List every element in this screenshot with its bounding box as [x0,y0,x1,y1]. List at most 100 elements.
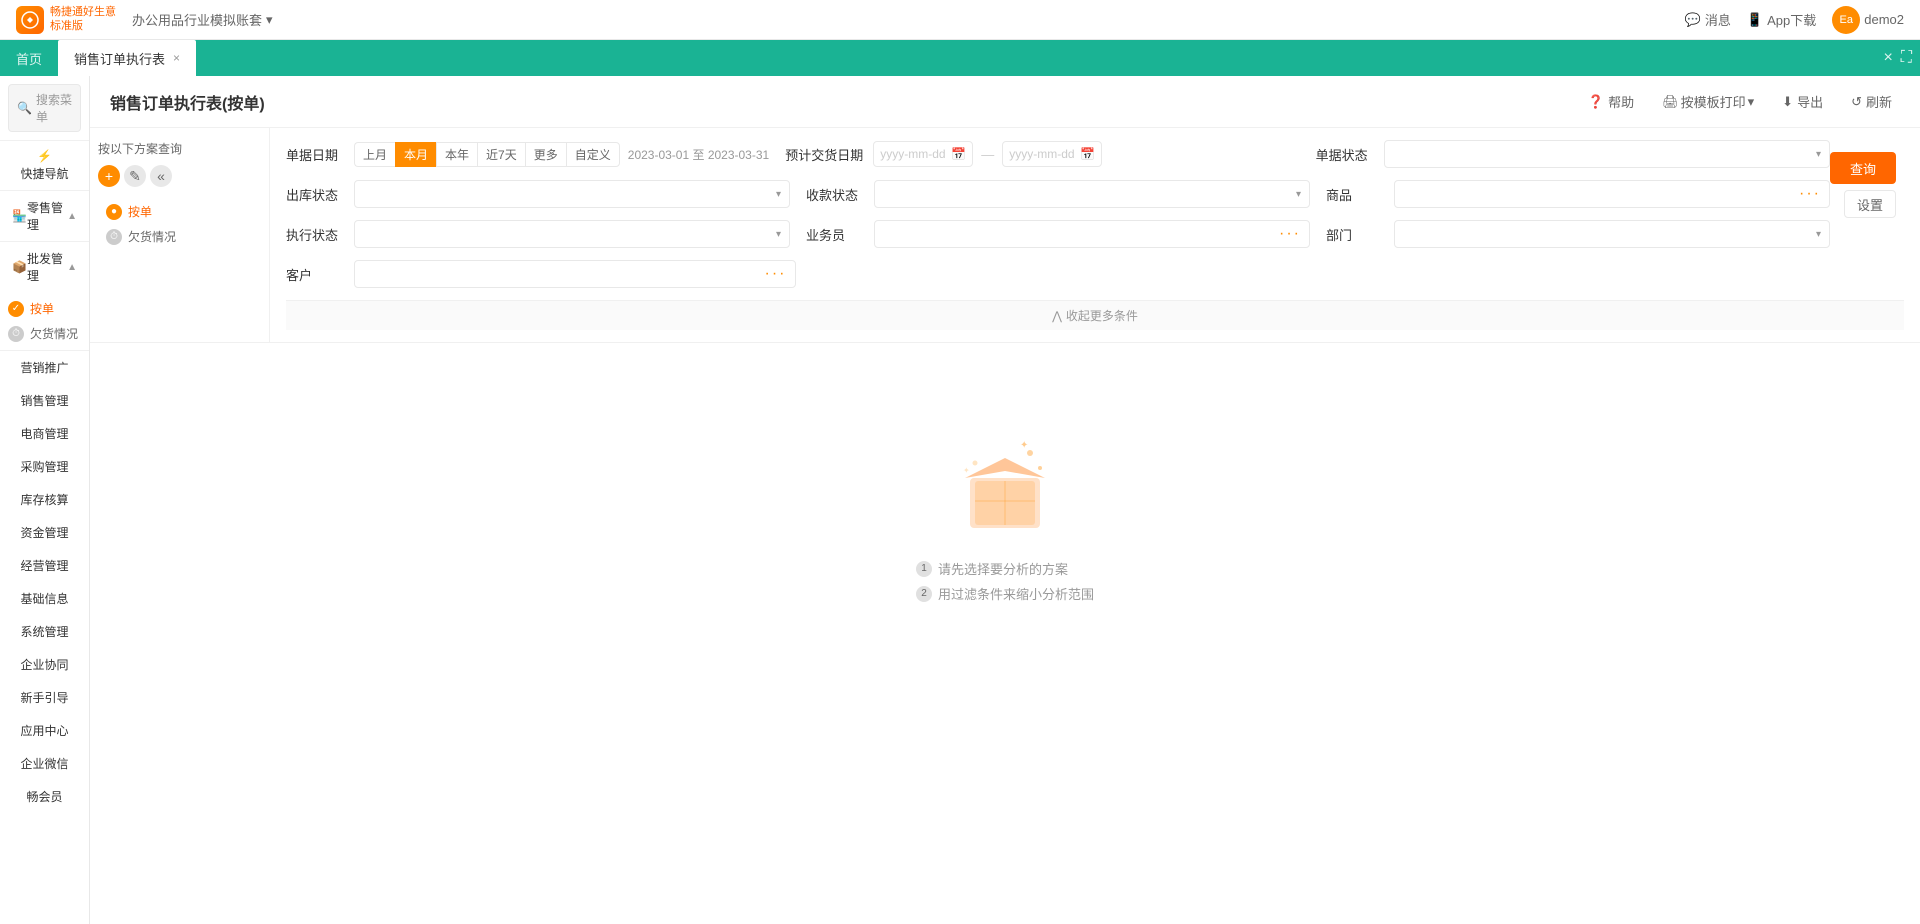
sidebar-item-purchase[interactable]: 采购管理 [0,450,89,483]
empty-tip-1: 1 请先选择要分析的方案 [916,559,1094,578]
payment-status-select[interactable]: ▾ [874,180,1310,208]
empty-state: ✦ ✦ 1 请先选择要分析的方案 2 用过滤条件来缩小分析范围 [90,343,1920,689]
tab-active[interactable]: 销售订单执行表 × [58,40,196,76]
sidebar-item-finance[interactable]: 资金管理 [0,516,89,549]
sidebar-item-vip[interactable]: 畅会员 [0,780,89,813]
salesperson-select[interactable]: ··· [874,220,1310,248]
goods-more-icon[interactable]: ··· [1799,185,1821,203]
sidebar-item-system[interactable]: 系统管理 [0,615,89,648]
date-tab-more[interactable]: 更多 [525,142,566,167]
edit-scheme-btn[interactable]: ✎ [124,165,146,187]
filter-panel-actions: + ✎ « [98,165,261,187]
wholesale-sub-panel: ✓ 按单 ⏱ 欠货情况 [0,292,89,350]
filter-panel-header: 按以下方案查询 [98,140,261,157]
retail-expand-icon: ▲ [67,211,77,222]
expected-start-input[interactable]: yyyy-mm-dd 📅 [873,141,973,167]
sidebar-item-marketing[interactable]: 营销推广 [0,351,89,384]
collapse-bar[interactable]: ⋀ 收起更多条件 [286,300,1904,330]
setting-btn[interactable]: 设置 [1844,190,1896,218]
sidebar-item-ecom[interactable]: 电商管理 [0,417,89,450]
tab-close-icon[interactable]: × [173,51,180,65]
date-tab-last-month[interactable]: 上月 [354,142,395,167]
collapse-left-btn[interactable]: « [150,165,172,187]
customer-select[interactable]: ··· [354,260,796,288]
doc-date-label: 单据日期 [286,145,346,164]
exec-status-select[interactable]: ▾ [354,220,790,248]
dept-select[interactable]: ▾ [1394,220,1830,248]
tab-bar: 首页 销售订单执行表 × × ⛶ [0,40,1920,76]
customer-field: 客户 ··· [286,260,796,288]
scheme-press-order[interactable]: ● 按单 [98,199,261,224]
sidebar-group-header-wholesale[interactable]: 📦 批发管理 ▲ [0,242,89,292]
sidebar-item-basic[interactable]: 基础信息 [0,582,89,615]
goods-label: 商品 [1326,185,1386,204]
sidebar-item-inventory[interactable]: 库存核算 [0,483,89,516]
expected-delivery-field: 预计交货日期 yyyy-mm-dd 📅 — yyyy-mm-dd 📅 [785,141,1299,167]
sidebar-sub-arrears[interactable]: ⏱ 欠货情况 [0,321,89,346]
sidebar-search-area: 🔍 按以下方案查询 搜索菜单 [0,76,89,141]
window-close-icon[interactable]: × [1883,49,1892,67]
doc-status-arrow-icon: ▾ [1816,149,1821,160]
doc-status-select[interactable]: ▾ [1384,140,1830,168]
filter-row-3: 执行状态 ▾ 业务员 [286,220,1830,248]
empty-text-list: 1 请先选择要分析的方案 2 用过滤条件来缩小分析范围 [916,559,1094,609]
retail-icon: 🏪 [12,209,27,223]
sidebar-item-newbie[interactable]: 新手引导 [0,681,89,714]
add-scheme-btn[interactable]: + [98,165,120,187]
exec-status-label: 执行状态 [286,225,346,244]
user-area[interactable]: Ea demo2 [1832,6,1904,34]
date-tabs: 上月 本月 本年 近7天 更多 自定义 [354,142,620,167]
logo-icon [16,6,44,34]
sidebar-group-retail: 🏪 零售管理 ▲ [0,191,89,242]
sidebar-item-corp[interactable]: 企业协同 [0,648,89,681]
filter-row-1: 单据日期 上月 本月 本年 近7天 更多 自定义 [286,140,1830,168]
ship-status-arrow-icon: ▾ [776,189,781,200]
scheme-arrears[interactable]: ⏱ 欠货情况 [98,224,261,249]
exec-status-arrow-icon: ▾ [776,229,781,240]
export-icon: ⬇ [1782,94,1793,110]
salesperson-field: 业务员 ··· [806,220,1310,248]
date-tab-this-month[interactable]: 本月 [395,142,436,167]
customer-label: 客户 [286,265,346,284]
expected-end-input[interactable]: yyyy-mm-dd 📅 [1002,141,1102,167]
sidebar-sub-press-order[interactable]: ✓ 按单 [0,296,89,321]
date-tab-this-year[interactable]: 本年 [436,142,477,167]
sidebar-item-sales[interactable]: 销售管理 [0,384,89,417]
sidebar-item-ops[interactable]: 经营管理 [0,549,89,582]
filter-row-4: 客户 ··· [286,260,1830,288]
sidebar: 🔍 按以下方案查询 搜索菜单 ⚡ 快捷导航 🏪 零售管理 ▲ 📦 批发 [0,76,90,924]
sidebar-search-btn[interactable]: 🔍 按以下方案查询 搜索菜单 [8,84,81,132]
template-print-btn[interactable]: 🖨 按模板打印 ▾ [1654,88,1762,115]
salesperson-more-icon[interactable]: ··· [1279,225,1301,243]
goods-select[interactable]: ··· [1394,180,1830,208]
tab-home[interactable]: 首页 [0,40,58,76]
help-icon: ❓ [1588,94,1604,110]
date-tab-custom[interactable]: 自定义 [566,142,620,167]
export-btn[interactable]: ⬇ 导出 [1774,88,1831,115]
top-header: 畅捷通好生意 标准版 办公用品行业模拟账套 ▾ 💬 消息 📱 App下载 Ea … [0,0,1920,40]
sidebar-item-weixin[interactable]: 企业微信 [0,747,89,780]
date-tab-7days[interactable]: 近7天 [477,142,525,167]
window-maximize-icon[interactable]: ⛶ [1901,49,1912,67]
ship-status-label: 出库状态 [286,185,346,204]
empty-tip-2: 2 用过滤条件来缩小分析范围 [916,584,1094,603]
sidebar-item-quick-nav[interactable]: ⚡ 快捷导航 [0,141,89,191]
date-range-display: 2023-03-01 至 2023-03-31 [628,146,769,163]
sidebar-group-header-retail[interactable]: 🏪 零售管理 ▲ [0,191,89,241]
query-btn[interactable]: 查询 [1830,152,1896,184]
ship-status-select[interactable]: ▾ [354,180,790,208]
customer-more-icon[interactable]: ··· [765,265,787,283]
sidebar-item-appstore[interactable]: 应用中心 [0,714,89,747]
filter-area: 按以下方案查询 + ✎ « [90,128,1920,343]
message-action[interactable]: 💬 消息 [1685,10,1731,29]
salesperson-label: 业务员 [806,225,866,244]
app-download-action[interactable]: 📱 App下载 [1747,10,1816,29]
help-btn[interactable]: ❓ 帮助 [1580,88,1642,115]
exec-status-field: 执行状态 ▾ [286,220,790,248]
page-title: 销售订单执行表(按单) [110,90,265,114]
sidebar-group-wholesale: 📦 批发管理 ▲ ✓ 按单 ⏱ 欠货情况 [0,242,89,351]
payment-status-label: 收款状态 [806,185,866,204]
account-dropdown[interactable]: 办公用品行业模拟账套 ▾ [124,10,281,29]
refresh-btn[interactable]: ↺ 刷新 [1843,88,1900,115]
logo-text: 畅捷通好生意 标准版 [50,6,116,32]
